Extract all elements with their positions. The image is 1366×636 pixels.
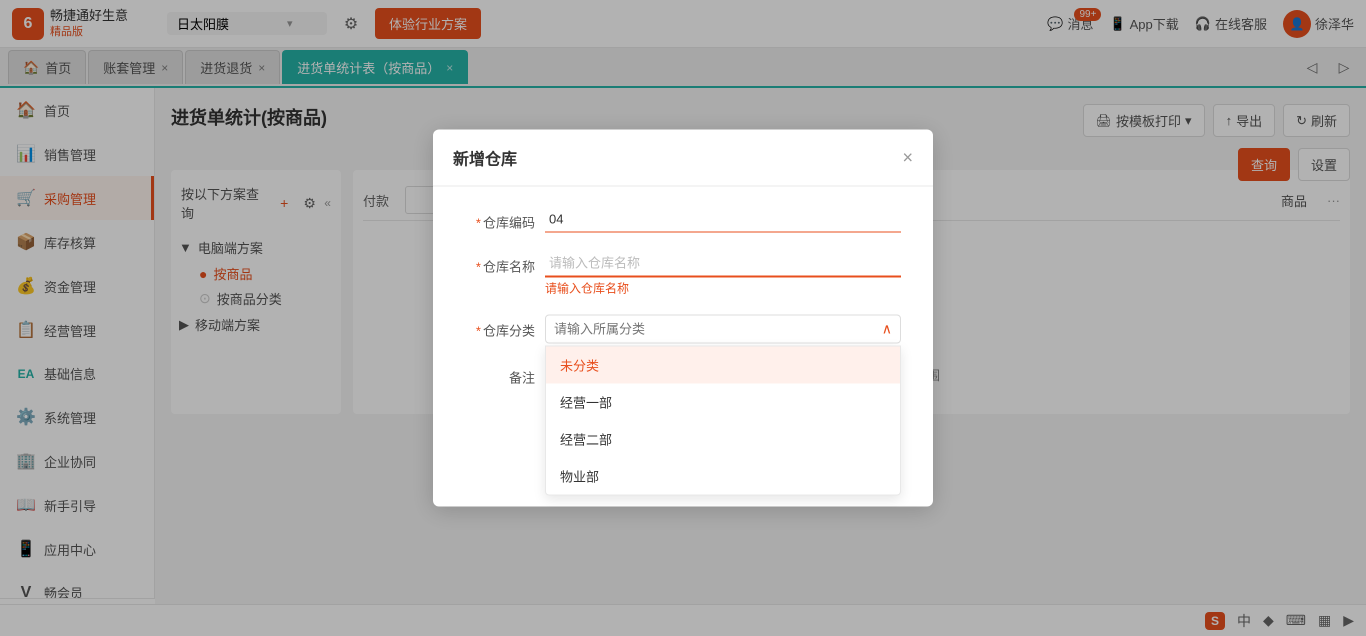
name-input[interactable] (545, 251, 901, 278)
field-warehouse-name: *仓库名称 请输入仓库名称 (465, 251, 901, 297)
required-star-category: * (476, 324, 481, 339)
code-control (545, 207, 901, 233)
dropdown-item-2[interactable]: 经营二部 (546, 421, 900, 458)
modal-title: 新增仓库 (453, 146, 517, 170)
dropdown-item-3[interactable]: 物业部 (546, 458, 900, 495)
field-warehouse-code: *仓库编码 (465, 207, 901, 233)
category-dropdown-list: 未分类 经营一部 经营二部 物业部 (545, 346, 901, 496)
modal-body: *仓库编码 *仓库名称 请输入仓库名称 *仓库分类 (433, 187, 933, 439)
modal-header: 新增仓库 × (433, 130, 933, 187)
dropdown-item-1[interactable]: 经营一部 (546, 384, 900, 421)
name-control: 请输入仓库名称 (545, 251, 901, 297)
category-input[interactable] (554, 322, 882, 337)
modal-close-button[interactable]: × (902, 147, 913, 168)
category-label: *仓库分类 (465, 315, 545, 340)
category-dropdown-trigger[interactable]: ∧ (545, 315, 901, 344)
required-star-code: * (476, 216, 481, 231)
new-warehouse-modal: 新增仓库 × *仓库编码 *仓库名称 请输入仓库名称 *仓库分类 (433, 130, 933, 507)
category-toggle-icon[interactable]: ∧ (882, 321, 892, 338)
name-label: *仓库名称 (465, 251, 545, 276)
category-control: ∧ 未分类 经营一部 经营二部 物业部 (545, 315, 901, 344)
dropdown-item-0[interactable]: 未分类 (546, 347, 900, 384)
code-input[interactable] (545, 207, 901, 233)
code-label: *仓库编码 (465, 207, 545, 232)
name-error-text: 请输入仓库名称 (545, 280, 901, 297)
note-label: 备注 (465, 362, 545, 387)
required-star-name: * (476, 260, 481, 275)
field-warehouse-category: *仓库分类 ∧ 未分类 经营一部 经营二部 物业部 (465, 315, 901, 344)
